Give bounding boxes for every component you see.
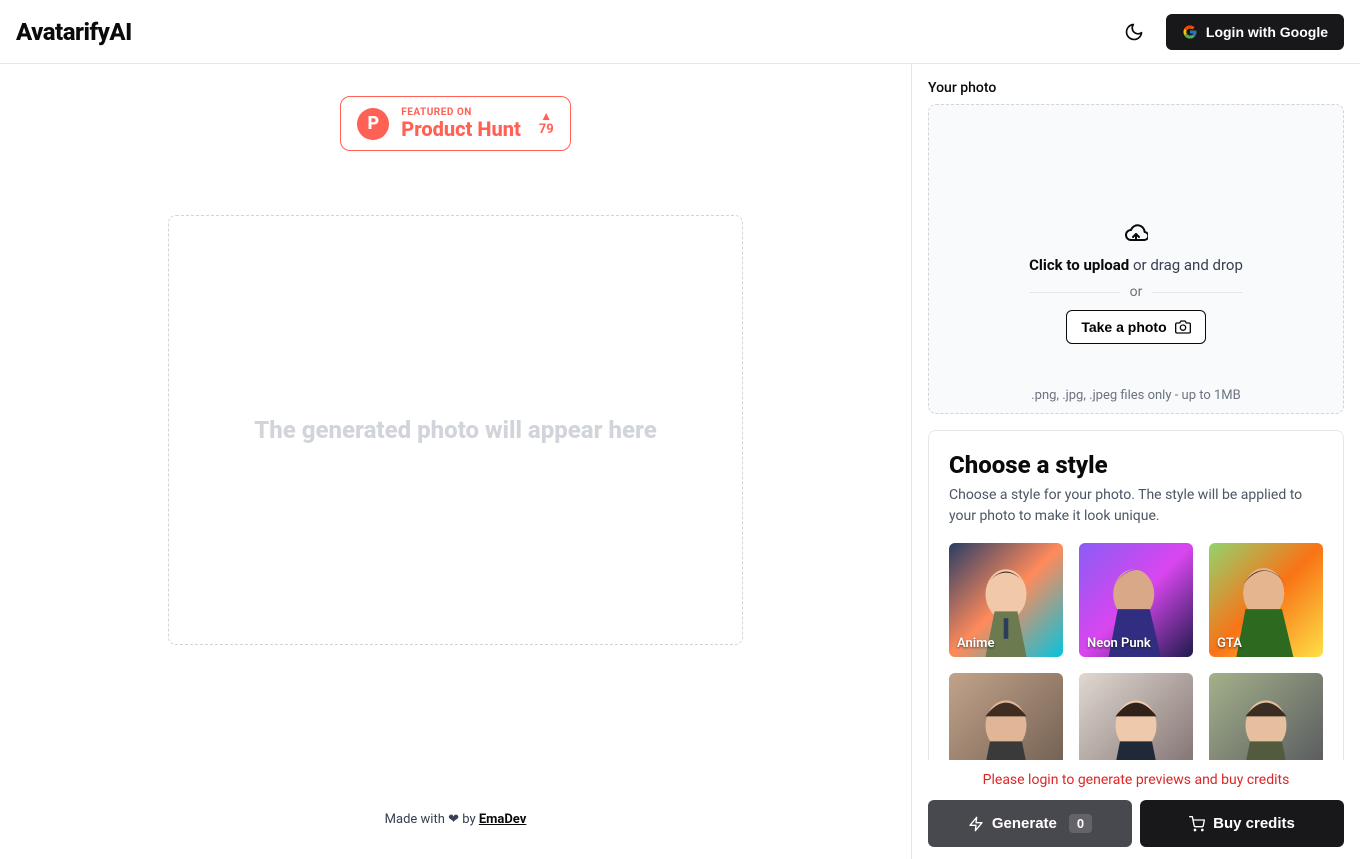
styles-panel: Choose a style Choose a style for your p… <box>928 430 1344 760</box>
login-button-label: Login with Google <box>1206 24 1328 40</box>
google-icon <box>1182 24 1198 40</box>
product-hunt-badge[interactable]: P FEATURED ON Product Hunt ▲ 79 <box>340 96 570 151</box>
style-label: Neon Punk <box>1087 636 1151 651</box>
ph-name: Product Hunt <box>401 118 521 140</box>
style-card-more-3[interactable] <box>1209 673 1323 760</box>
style-thumb <box>1209 673 1323 760</box>
lightning-icon <box>968 816 984 832</box>
buy-credits-label: Buy credits <box>1213 815 1295 832</box>
cloud-upload-icon <box>1124 222 1148 246</box>
style-card-gta[interactable]: GTA <box>1209 543 1323 657</box>
buy-credits-button[interactable]: Buy credits <box>1140 800 1344 847</box>
cart-icon <box>1189 816 1205 832</box>
moon-icon <box>1124 22 1144 42</box>
take-photo-button[interactable]: Take a photo <box>1066 310 1205 344</box>
style-card-more-1[interactable] <box>949 673 1063 760</box>
your-photo-label: Your photo <box>928 80 1344 96</box>
style-thumb <box>1079 673 1193 760</box>
camera-icon <box>1175 319 1191 335</box>
upload-click-label: Click to upload <box>1029 256 1129 274</box>
take-photo-label: Take a photo <box>1081 319 1166 335</box>
generate-count: 0 <box>1069 814 1092 833</box>
ph-upvote-count: 79 <box>539 122 554 137</box>
login-google-button[interactable]: Login with Google <box>1166 14 1344 50</box>
login-required-msg: Please login to generate previews and bu… <box>928 772 1344 788</box>
result-placeholder-text: The generated photo will appear here <box>254 416 656 444</box>
footer-prefix: Made with ❤ by <box>385 812 479 827</box>
theme-toggle-button[interactable] <box>1114 12 1154 52</box>
style-card-neonpunk[interactable]: Neon Punk <box>1079 543 1193 657</box>
result-preview-area: The generated photo will appear here <box>168 215 743 645</box>
upload-or-label: or <box>1130 284 1143 300</box>
upload-hint: .png, .jpg, .jpeg files only - up to 1MB <box>929 388 1343 403</box>
style-card-anime[interactable]: Anime <box>949 543 1063 657</box>
footer-author-link[interactable]: EmaDev <box>479 812 527 827</box>
upvote-arrow-icon: ▲ <box>540 110 552 122</box>
styles-title: Choose a style <box>949 451 1323 479</box>
app-logo: AvatarifyAI <box>16 18 132 46</box>
product-hunt-icon: P <box>357 108 389 140</box>
style-card-more-2[interactable] <box>1079 673 1193 760</box>
upload-drag-label: or drag and drop <box>1129 256 1243 274</box>
style-label: Anime <box>957 636 994 651</box>
style-label: GTA <box>1217 636 1242 651</box>
styles-description: Choose a style for your photo. The style… <box>949 485 1323 527</box>
generate-button[interactable]: Generate 0 <box>928 800 1132 847</box>
style-thumb <box>949 673 1063 760</box>
generate-label: Generate <box>992 815 1057 832</box>
upload-dropzone[interactable]: Click to upload or drag and drop or Take… <box>928 104 1344 414</box>
